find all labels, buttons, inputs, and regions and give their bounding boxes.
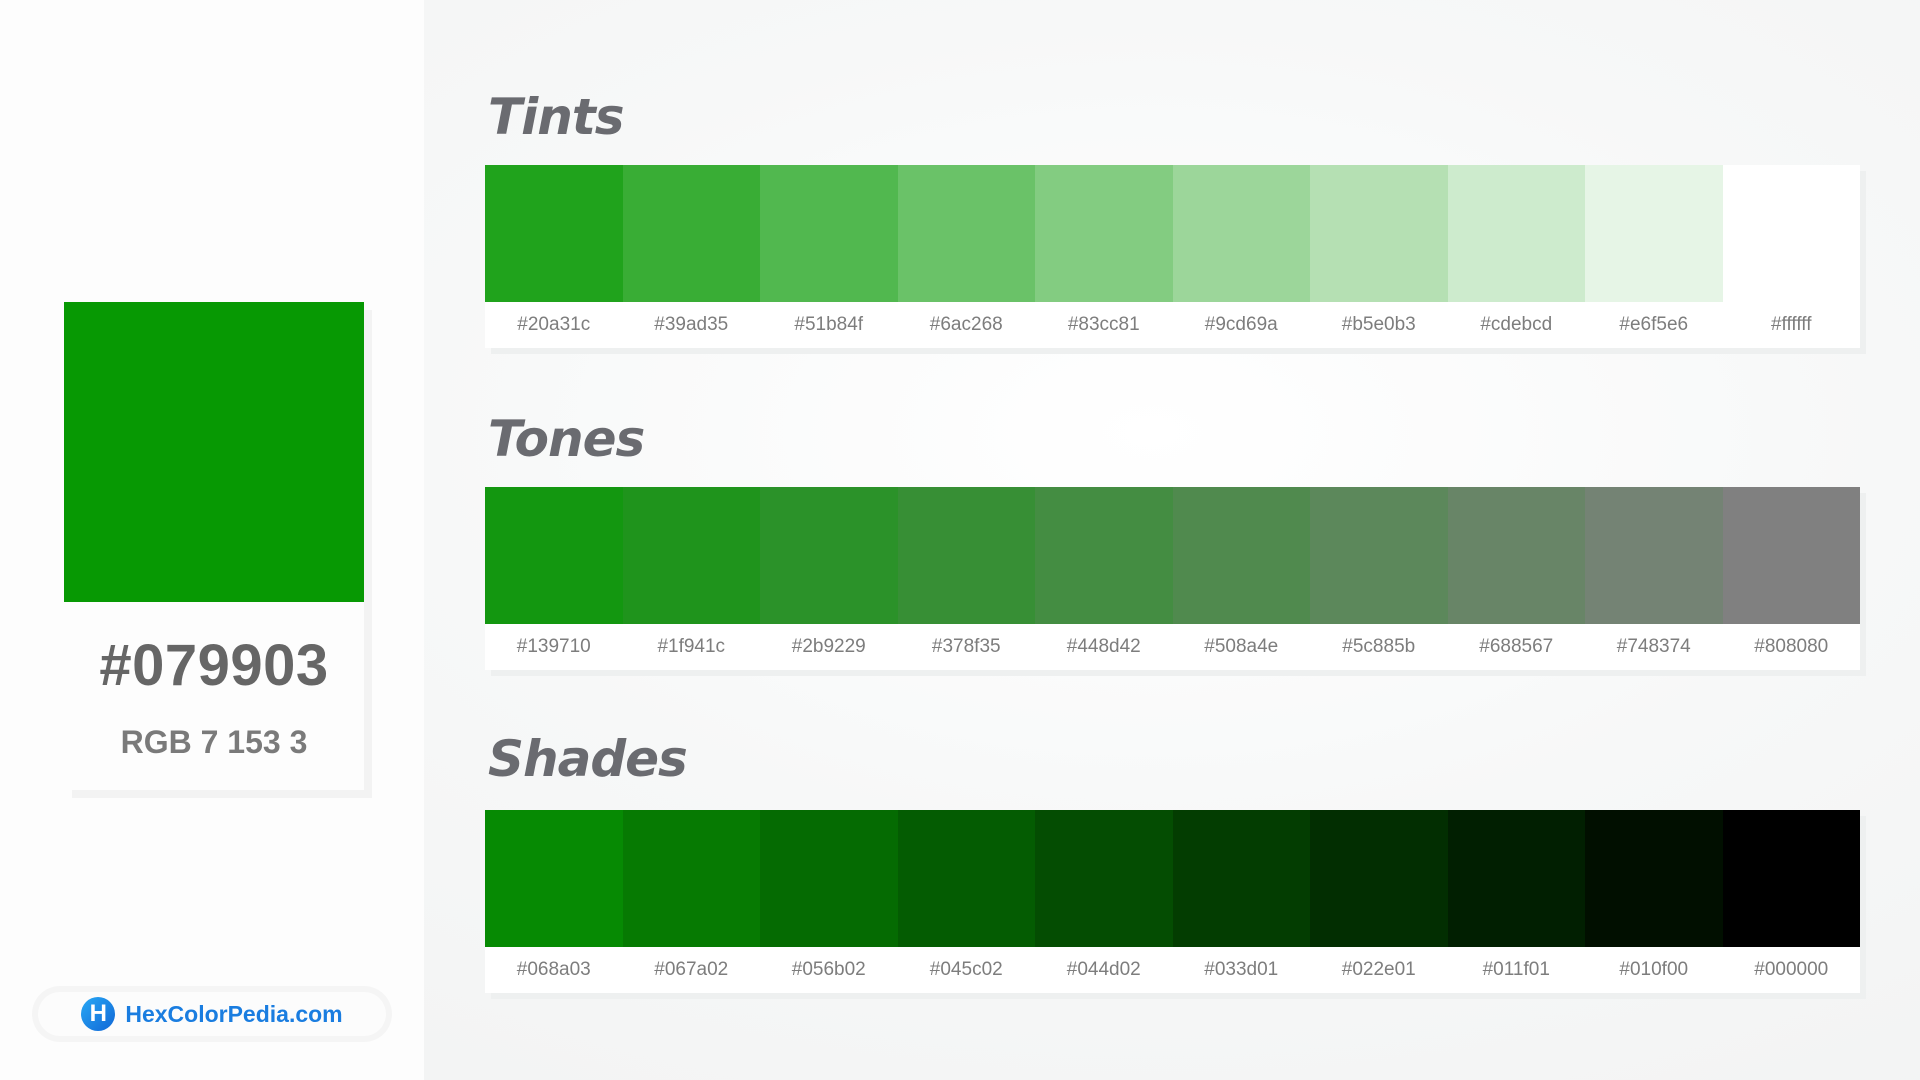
tones-swatch[interactable] <box>1585 487 1723 624</box>
tints-hex-label[interactable]: #20a31c <box>485 302 623 348</box>
shades-hex-label[interactable]: #010f00 <box>1585 947 1723 993</box>
brand-name: HexColorPedia.com <box>125 1000 343 1027</box>
shades-swatch[interactable] <box>1447 810 1585 947</box>
shades-swatch[interactable] <box>1172 810 1310 947</box>
left-panel: #079903 RGB 7 153 3 H HexColorPedia.com <box>0 0 424 1080</box>
tones-swatch[interactable] <box>485 487 623 624</box>
shades-swatch[interactable] <box>897 810 1035 947</box>
tones-hex-label[interactable]: #139710 <box>485 624 623 670</box>
main-color-rgb: RGB 7 153 3 <box>120 724 308 760</box>
tints-swatch[interactable] <box>1585 165 1723 302</box>
tones-label-row: #139710 #1f941c #2b9229 #378f35 #448d42 #508a… <box>485 624 1860 670</box>
shades-hex-label[interactable]: #033d01 <box>1173 947 1311 993</box>
tones-swatch[interactable] <box>1447 487 1585 624</box>
tones-hex-label[interactable]: #1f941c <box>623 624 761 670</box>
tints-hex-label[interactable]: #51b84f <box>760 302 898 348</box>
shades-swatch-row <box>485 810 1860 947</box>
tints-hex-label[interactable]: #ffffff <box>1723 302 1861 348</box>
tones-title: Tones <box>488 410 645 468</box>
shades-swatch[interactable] <box>485 810 623 947</box>
main-color-swatch <box>64 302 364 602</box>
tones-hex-label[interactable]: #378f35 <box>898 624 1036 670</box>
shades-swatch[interactable] <box>1722 810 1860 947</box>
hexcolorpedia-logo-icon: H <box>81 997 116 1031</box>
tones-hex-label[interactable]: #808080 <box>1723 624 1861 670</box>
tones-swatch-row <box>485 487 1860 624</box>
tints-swatch[interactable] <box>1172 165 1310 302</box>
tints-swatch[interactable] <box>760 165 898 302</box>
shades-swatch[interactable] <box>1310 810 1448 947</box>
tints-hex-label[interactable]: #9cd69a <box>1173 302 1311 348</box>
tones-hex-label[interactable]: #508a4e <box>1173 624 1311 670</box>
tones-swatch[interactable] <box>622 487 760 624</box>
shades-hex-label[interactable]: #045c02 <box>898 947 1036 993</box>
tones-swatch[interactable] <box>760 487 898 624</box>
shades-hex-label[interactable]: #067a02 <box>623 947 761 993</box>
tints-hex-label[interactable]: #cdebcd <box>1448 302 1586 348</box>
tints-label-row: #20a31c #39ad35 #51b84f #6ac268 #83cc81 #9cd6… <box>485 302 1860 348</box>
shades-title: Shades <box>488 730 688 788</box>
tones-hex-label[interactable]: #2b9229 <box>760 624 898 670</box>
tints-hex-label[interactable]: #b5e0b3 <box>1310 302 1448 348</box>
tones-palette: #139710 #1f941c #2b9229 #378f35 #448d42 #508a… <box>485 487 1860 670</box>
tints-hex-label[interactable]: #83cc81 <box>1035 302 1173 348</box>
tints-swatch[interactable] <box>1310 165 1448 302</box>
shades-hex-label[interactable]: #011f01 <box>1448 947 1586 993</box>
shades-palette: #068a03 #067a02 #056b02 #045c02 #044d02 #033d… <box>485 810 1860 993</box>
main-color-hex: #079903 <box>99 633 329 698</box>
tones-swatch[interactable] <box>897 487 1035 624</box>
tints-palette: #20a31c #39ad35 #51b84f #6ac268 #83cc81 #9cd6… <box>485 165 1860 348</box>
tints-swatch[interactable] <box>1035 165 1173 302</box>
tones-swatch[interactable] <box>1172 487 1310 624</box>
shades-swatch[interactable] <box>1585 810 1723 947</box>
tints-swatch[interactable] <box>622 165 760 302</box>
tones-swatch[interactable] <box>1310 487 1448 624</box>
tones-swatch[interactable] <box>1722 487 1860 624</box>
shades-hex-label[interactable]: #044d02 <box>1035 947 1173 993</box>
tints-swatch[interactable] <box>897 165 1035 302</box>
tones-hex-label[interactable]: #748374 <box>1585 624 1723 670</box>
tints-title: Tints <box>488 88 625 146</box>
shades-hex-label[interactable]: #056b02 <box>760 947 898 993</box>
tones-swatch[interactable] <box>1035 487 1173 624</box>
shades-swatch[interactable] <box>622 810 760 947</box>
tones-hex-label[interactable]: #448d42 <box>1035 624 1173 670</box>
tints-hex-label[interactable]: #e6f5e6 <box>1585 302 1723 348</box>
shades-hex-label[interactable]: #068a03 <box>485 947 623 993</box>
tints-hex-label[interactable]: #6ac268 <box>898 302 1036 348</box>
tones-hex-label[interactable]: #5c885b <box>1310 624 1448 670</box>
shades-hex-label[interactable]: #022e01 <box>1310 947 1448 993</box>
main-color-card: #079903 RGB 7 153 3 <box>64 302 364 790</box>
tints-swatch[interactable] <box>1722 165 1860 302</box>
tints-swatch-row <box>485 165 1860 302</box>
tones-hex-label[interactable]: #688567 <box>1448 624 1586 670</box>
tints-swatch[interactable] <box>485 165 623 302</box>
shades-hex-label[interactable]: #000000 <box>1723 947 1861 993</box>
tints-hex-label[interactable]: #39ad35 <box>623 302 761 348</box>
brand-link[interactable]: H HexColorPedia.com <box>38 992 386 1036</box>
shades-swatch[interactable] <box>760 810 898 947</box>
tints-swatch[interactable] <box>1447 165 1585 302</box>
shades-swatch[interactable] <box>1035 810 1173 947</box>
shades-label-row: #068a03 #067a02 #056b02 #045c02 #044d02 #033d… <box>485 947 1860 993</box>
